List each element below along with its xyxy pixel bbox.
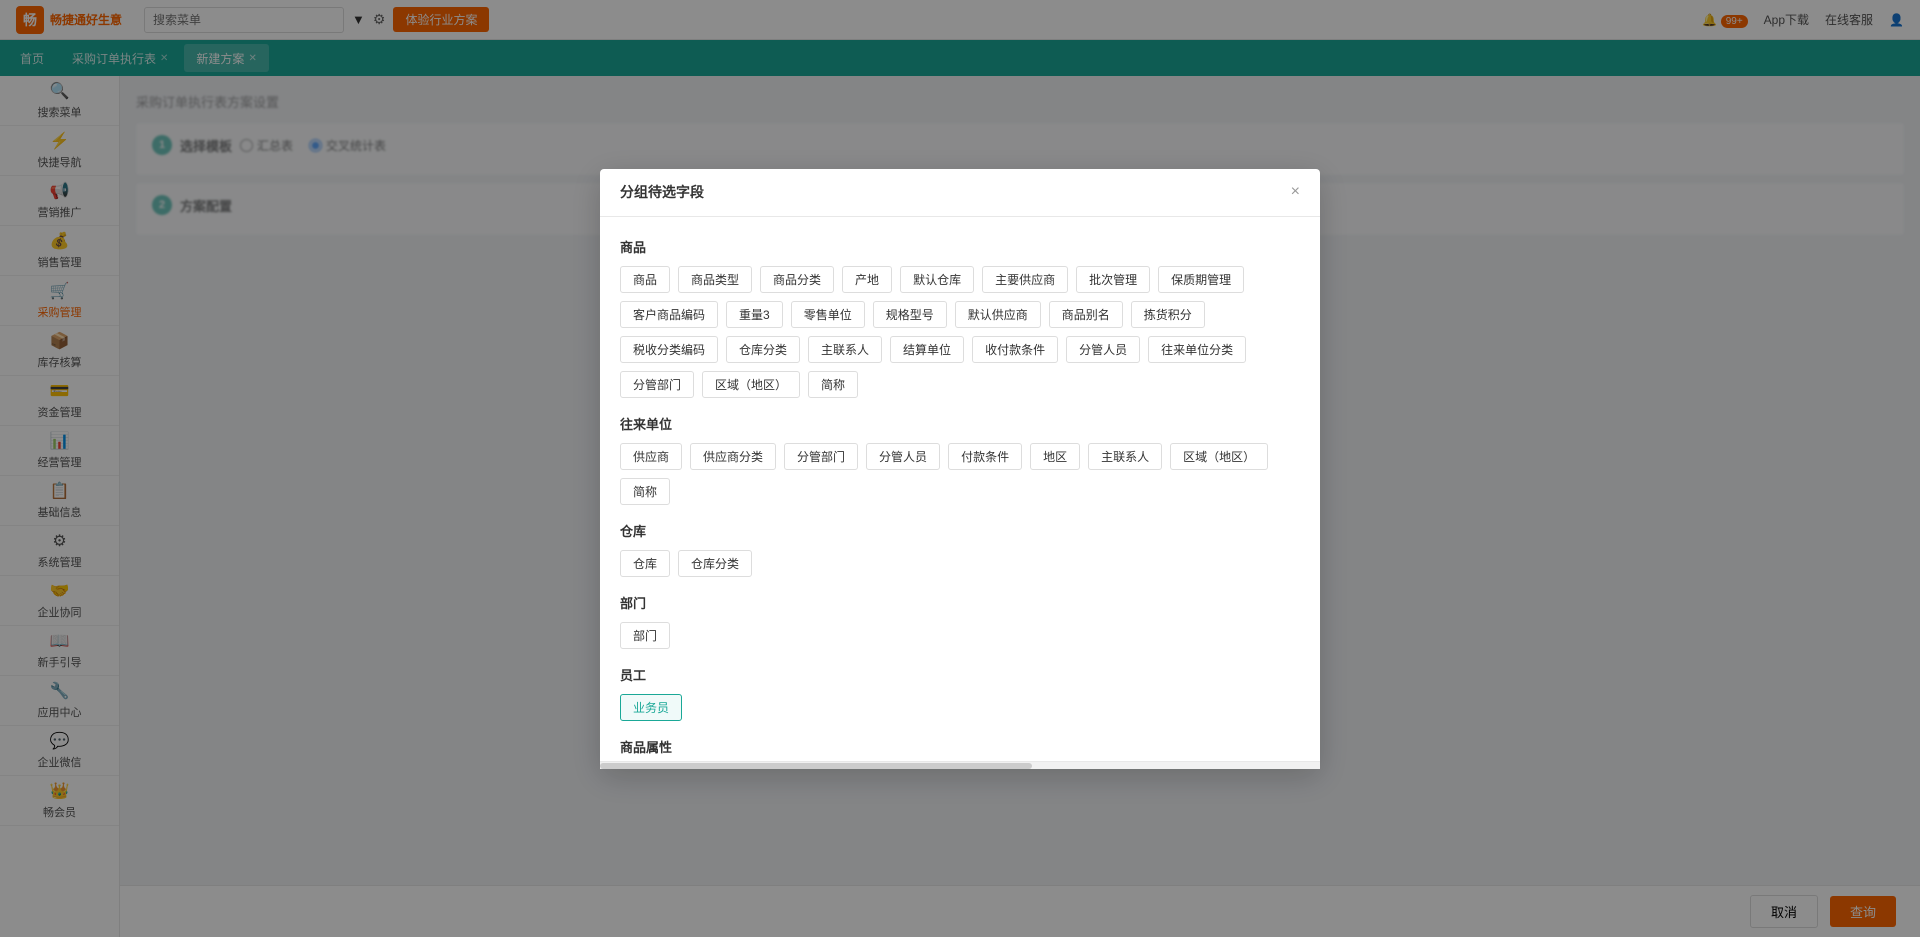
modal-body: 商品 商品 商品类型 商品分类 产地 默认仓库 主要供应商 批次管理 保质期管理…: [600, 217, 1320, 761]
section-title-employee: 员工: [620, 665, 1300, 684]
field-tag[interactable]: 零售单位: [791, 301, 865, 328]
field-tag[interactable]: 重量3: [726, 301, 783, 328]
field-tag[interactable]: 结算单位: [890, 336, 964, 363]
field-tag[interactable]: 商品别名: [1049, 301, 1123, 328]
field-tag[interactable]: 仓库: [620, 550, 670, 577]
section-title-warehouse: 仓库: [620, 521, 1300, 540]
warehouse-field-tags: 仓库 仓库分类: [620, 550, 1300, 577]
field-tag[interactable]: 业务员: [620, 694, 682, 721]
scrollbar-thumb: [600, 763, 1032, 769]
department-field-tags: 部门: [620, 622, 1300, 649]
field-tag[interactable]: 往来单位分类: [1148, 336, 1246, 363]
field-tag[interactable]: 商品分类: [760, 266, 834, 293]
horizontal-scrollbar[interactable]: [600, 761, 1320, 769]
field-tag[interactable]: 主联系人: [808, 336, 882, 363]
employee-field-tags: 业务员: [620, 694, 1300, 721]
section-title-counterpart: 往来单位: [620, 414, 1300, 433]
field-tag[interactable]: 拣货积分: [1131, 301, 1205, 328]
modal-overlay: 分组待选字段 × 商品 商品 商品类型 商品分类 产地 默认仓库 主要供应商 批…: [0, 0, 1920, 937]
field-tag[interactable]: 供应商: [620, 443, 682, 470]
goods-field-tags: 商品 商品类型 商品分类 产地 默认仓库 主要供应商 批次管理 保质期管理 客户…: [620, 266, 1300, 398]
field-tag[interactable]: 批次管理: [1076, 266, 1150, 293]
field-tag[interactable]: 默认供应商: [955, 301, 1041, 328]
section-title-goods-attr: 商品属性: [620, 737, 1300, 756]
field-tag[interactable]: 默认仓库: [900, 266, 974, 293]
field-tag[interactable]: 地区: [1030, 443, 1080, 470]
field-tag[interactable]: 区域（地区）: [1170, 443, 1268, 470]
field-tag[interactable]: 简称: [620, 478, 670, 505]
field-tag[interactable]: 商品类型: [678, 266, 752, 293]
field-tag[interactable]: 部门: [620, 622, 670, 649]
field-tag[interactable]: 主联系人: [1088, 443, 1162, 470]
section-title-goods: 商品: [620, 237, 1300, 256]
section-title-department: 部门: [620, 593, 1300, 612]
field-tag[interactable]: 仓库分类: [726, 336, 800, 363]
field-tag[interactable]: 主要供应商: [982, 266, 1068, 293]
field-tag[interactable]: 保质期管理: [1158, 266, 1244, 293]
field-tag[interactable]: 付款条件: [948, 443, 1022, 470]
field-tag[interactable]: 供应商分类: [690, 443, 776, 470]
field-tag[interactable]: 客户商品编码: [620, 301, 718, 328]
field-tag[interactable]: 分管部门: [620, 371, 694, 398]
field-tag[interactable]: 规格型号: [873, 301, 947, 328]
field-tag[interactable]: 分管人员: [1066, 336, 1140, 363]
modal-close-button[interactable]: ×: [1291, 184, 1300, 200]
field-tag[interactable]: 产地: [842, 266, 892, 293]
field-tag[interactable]: 分管部门: [784, 443, 858, 470]
modal-header: 分组待选字段 ×: [600, 169, 1320, 217]
modal-title: 分组待选字段: [620, 182, 704, 202]
field-tag[interactable]: 简称: [808, 371, 858, 398]
field-tag[interactable]: 仓库分类: [678, 550, 752, 577]
modal-dialog: 分组待选字段 × 商品 商品 商品类型 商品分类 产地 默认仓库 主要供应商 批…: [600, 169, 1320, 769]
field-tag[interactable]: 分管人员: [866, 443, 940, 470]
field-tag[interactable]: 税收分类编码: [620, 336, 718, 363]
counterpart-field-tags: 供应商 供应商分类 分管部门 分管人员 付款条件 地区 主联系人 区域（地区） …: [620, 443, 1300, 505]
field-tag[interactable]: 收付款条件: [972, 336, 1058, 363]
field-tag[interactable]: 商品: [620, 266, 670, 293]
field-tag[interactable]: 区域（地区）: [702, 371, 800, 398]
